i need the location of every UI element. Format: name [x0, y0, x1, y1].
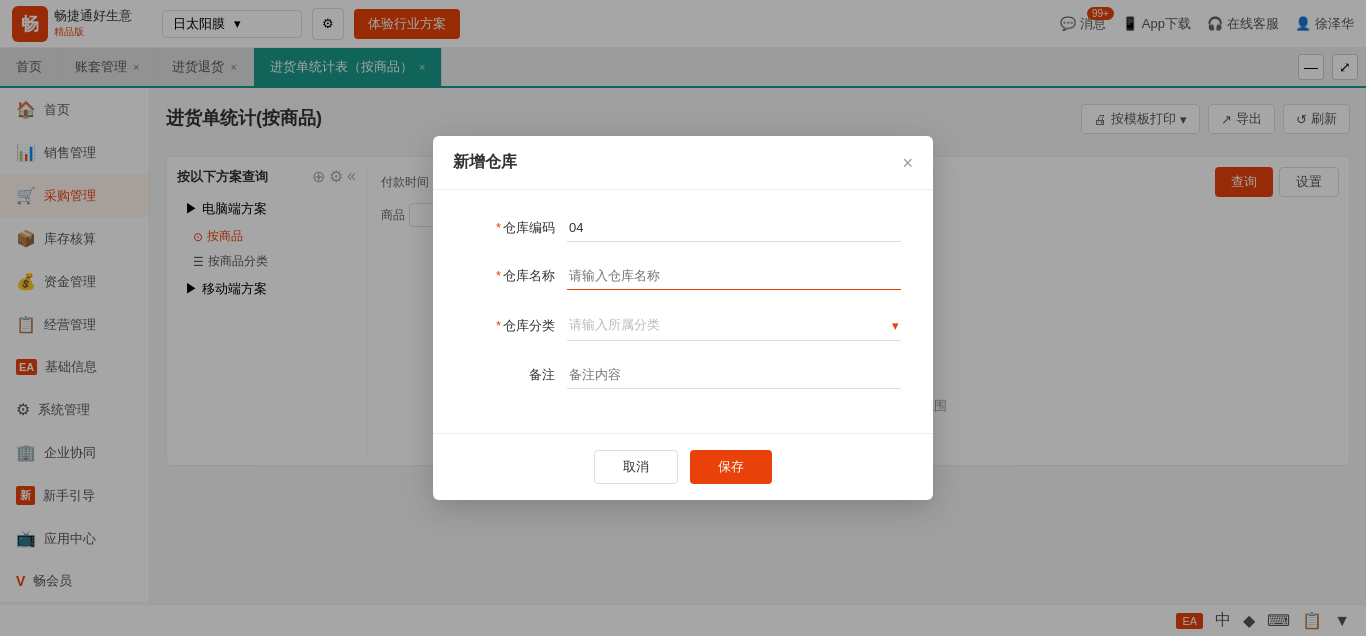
modal-footer: 取消 保存	[433, 433, 933, 500]
note-form-row: 备注	[465, 361, 901, 389]
category-label: 仓库分类	[465, 317, 555, 335]
category-placeholder: 请输入所属分类	[569, 316, 660, 334]
category-form-row: 仓库分类 请输入所属分类 ▾	[465, 310, 901, 341]
note-label: 备注	[465, 366, 555, 384]
modal-body: 仓库编码 仓库名称 仓库分类 请输入所属分类 ▾ 备注	[433, 190, 933, 433]
name-label: 仓库名称	[465, 267, 555, 285]
name-input[interactable]	[567, 262, 901, 290]
cancel-button[interactable]: 取消	[594, 450, 678, 484]
category-dropdown-icon: ▾	[892, 318, 899, 333]
modal-header: 新增仓库 ×	[433, 136, 933, 190]
modal-title: 新增仓库	[453, 152, 517, 173]
note-input[interactable]	[567, 361, 901, 389]
name-form-row: 仓库名称	[465, 262, 901, 290]
code-label: 仓库编码	[465, 219, 555, 237]
category-select[interactable]: 请输入所属分类 ▾	[567, 310, 901, 341]
code-input[interactable]	[567, 214, 901, 242]
save-button[interactable]: 保存	[690, 450, 772, 484]
modal-close-button[interactable]: ×	[902, 154, 913, 172]
code-form-row: 仓库编码	[465, 214, 901, 242]
modal-overlay: 新增仓库 × 仓库编码 仓库名称 仓库分类 请输入所属分类 ▾	[0, 0, 1366, 636]
add-warehouse-modal: 新增仓库 × 仓库编码 仓库名称 仓库分类 请输入所属分类 ▾	[433, 136, 933, 500]
